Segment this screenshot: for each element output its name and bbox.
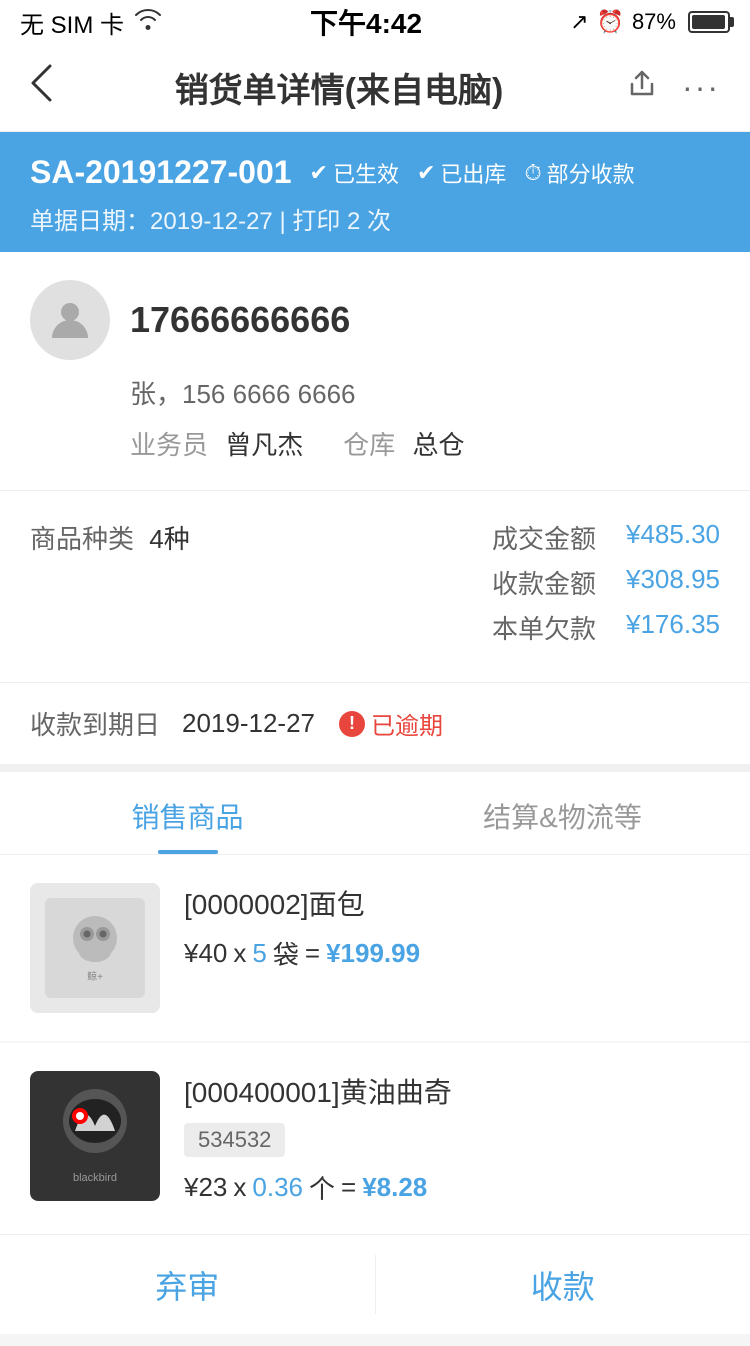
product-qty-1: 5 <box>252 938 266 969</box>
status-bar-left: 无 SIM 卡 <box>20 5 162 40</box>
received-amount-value: ¥308.95 <box>626 564 720 601</box>
product-name-1: [0000002]面包 <box>184 883 720 923</box>
order-print-count: 打印 2 次 <box>292 208 391 235</box>
summary-right: 成交金额 ¥485.30 收款金额 ¥308.95 本单欠款 ¥176.35 <box>492 519 720 654</box>
customer-account-id: 17666666666 <box>130 299 350 341</box>
check-icon-1: ✔ <box>310 160 328 186</box>
nav-bar: 销货单详情(来自电脑) ··· <box>0 44 750 132</box>
product-name-2: [000400001]黄油曲奇 <box>184 1071 720 1111</box>
tabs-container: 销售商品 结算&物流等 <box>0 772 750 855</box>
overdue-text: 已逾期 <box>371 706 443 741</box>
share-icon[interactable] <box>626 68 658 108</box>
deal-amount-value: ¥485.30 <box>626 519 720 556</box>
multiply-sign-2: x <box>233 1172 246 1203</box>
product-types-value: 4种 <box>149 524 189 554</box>
back-button[interactable] <box>30 64 52 111</box>
status-activated: ✔ 已生效 <box>310 157 399 189</box>
order-date: 单据日期：2019-12-27 <box>30 208 273 235</box>
product-thumbnail-2: blackbird <box>30 1071 160 1201</box>
clock-icon: ⏱ <box>524 160 541 186</box>
qty-unit-1: 袋 <box>273 935 299 972</box>
due-date-label: 收款到期日 <box>30 705 160 742</box>
alarm-icon: ⏰ <box>597 9 624 35</box>
sales-value: 曾凡杰 <box>225 430 303 460</box>
overdue-icon: ! <box>339 711 365 737</box>
deal-amount-row: 成交金额 ¥485.30 <box>492 519 720 556</box>
order-id: SA-20191227-001 <box>30 154 292 191</box>
due-date-value: 2019-12-27 <box>182 708 315 739</box>
product-types-item: 商品种类 4种 <box>30 519 190 556</box>
order-header-banner: SA-20191227-001 ✔ 已生效 ✔ 已出库 ⏱ 部分收款 单据日期：… <box>0 132 750 252</box>
owed-amount-row: 本单欠款 ¥176.35 <box>492 609 720 646</box>
battery-percent: 87% <box>632 9 676 35</box>
status-bar-right: ↗ ⏰ 87% <box>570 9 730 35</box>
location-icon: ↗ <box>570 9 588 35</box>
page-title: 销货单详情(来自电脑) <box>175 63 504 112</box>
svg-text:鲸+: 鲸+ <box>87 970 103 983</box>
customer-top-row: 17666666666 <box>30 280 720 360</box>
product-types-label: 商品种类 <box>30 524 134 554</box>
product-total-2: ¥8.28 <box>362 1172 427 1203</box>
customer-avatar <box>30 280 110 360</box>
svg-text:blackbird: blackbird <box>73 1172 117 1184</box>
customer-meta: 业务员 曾凡杰 仓库 总仓 <box>30 425 720 462</box>
product-qty-2: 0.36 <box>252 1172 303 1203</box>
status-bar: 无 SIM 卡 下午4:42 ↗ ⏰ 87% <box>0 0 750 44</box>
product-thumbnail-1: 鲸+ <box>30 883 160 1013</box>
cancel-button[interactable]: 弃审 <box>0 1235 375 1334</box>
received-amount-label: 收款金额 <box>492 564 596 601</box>
status-shipped: ✔ 已出库 <box>417 157 506 189</box>
order-meta: 单据日期：2019-12-27 | 打印 2 次 <box>30 201 720 236</box>
confirm-button[interactable]: 收款 <box>376 1235 750 1334</box>
product-info-1: [0000002]面包 ¥40 x 5 袋 = ¥199.99 <box>184 883 720 972</box>
check-icon-2: ✔ <box>417 160 435 186</box>
product-info-2: [000400001]黄油曲奇 534532 ¥23 x 0.36 个 = ¥8… <box>184 1071 720 1206</box>
summary-section: 商品种类 4种 成交金额 ¥485.30 收款金额 ¥308.95 本单欠款 ¥… <box>0 491 750 683</box>
nav-actions: ··· <box>626 68 720 108</box>
deal-amount-label: 成交金额 <box>492 519 596 556</box>
received-amount-row: 收款金额 ¥308.95 <box>492 564 720 601</box>
due-date-section: 收款到期日 2019-12-27 ! 已逾期 <box>0 683 750 772</box>
summary-left: 商品种类 4种 <box>30 519 190 562</box>
equals-sign-1: = <box>305 938 320 969</box>
more-icon[interactable]: ··· <box>682 69 720 106</box>
customer-section: 17666666666 张，156 6666 6666 业务员 曾凡杰 仓库 总… <box>0 252 750 491</box>
carrier-label: 无 SIM 卡 <box>20 5 124 40</box>
warehouse-label: 仓库 <box>343 430 395 460</box>
product-unit-price-2: ¥23 <box>184 1172 227 1203</box>
product-total-1: ¥199.99 <box>326 938 420 969</box>
product-price-row-1: ¥40 x 5 袋 = ¥199.99 <box>184 935 720 972</box>
equals-sign-2: = <box>341 1172 356 1203</box>
sales-person: 业务员 曾凡杰 <box>130 425 303 462</box>
product-price-row-2: ¥23 x 0.36 个 = ¥8.28 <box>184 1169 720 1206</box>
multiply-sign-1: x <box>233 938 246 969</box>
product-unit-price-1: ¥40 <box>184 938 227 969</box>
warehouse: 仓库 总仓 <box>343 425 464 462</box>
status-bar-time: 下午4:42 <box>310 2 422 42</box>
meta-separator: | <box>279 208 292 235</box>
qty-unit-2: 个 <box>309 1169 335 1206</box>
wifi-icon <box>134 8 162 37</box>
status-partial-payment: ⏱ 部分收款 <box>524 157 634 189</box>
sales-label: 业务员 <box>130 430 208 460</box>
product-sku-badge-2: 534532 <box>184 1123 285 1157</box>
warehouse-value: 总仓 <box>413 430 465 460</box>
footer-bar: 弃审 收款 <box>0 1234 750 1334</box>
product-item: 鲸+ [0000002]面包 ¥40 x 5 袋 = ¥199.99 <box>0 855 750 1041</box>
overdue-badge: ! 已逾期 <box>339 706 443 741</box>
product-item: blackbird [000400001]黄油曲奇 534532 ¥23 x 0… <box>0 1043 750 1234</box>
owed-amount-label: 本单欠款 <box>492 609 596 646</box>
tab-sales-products[interactable]: 销售商品 <box>0 772 375 854</box>
battery-icon <box>688 11 730 33</box>
tab-settlement[interactable]: 结算&物流等 <box>375 772 750 854</box>
owed-amount-value: ¥176.35 <box>626 609 720 646</box>
customer-name-phone: 张，156 6666 6666 <box>30 374 720 411</box>
